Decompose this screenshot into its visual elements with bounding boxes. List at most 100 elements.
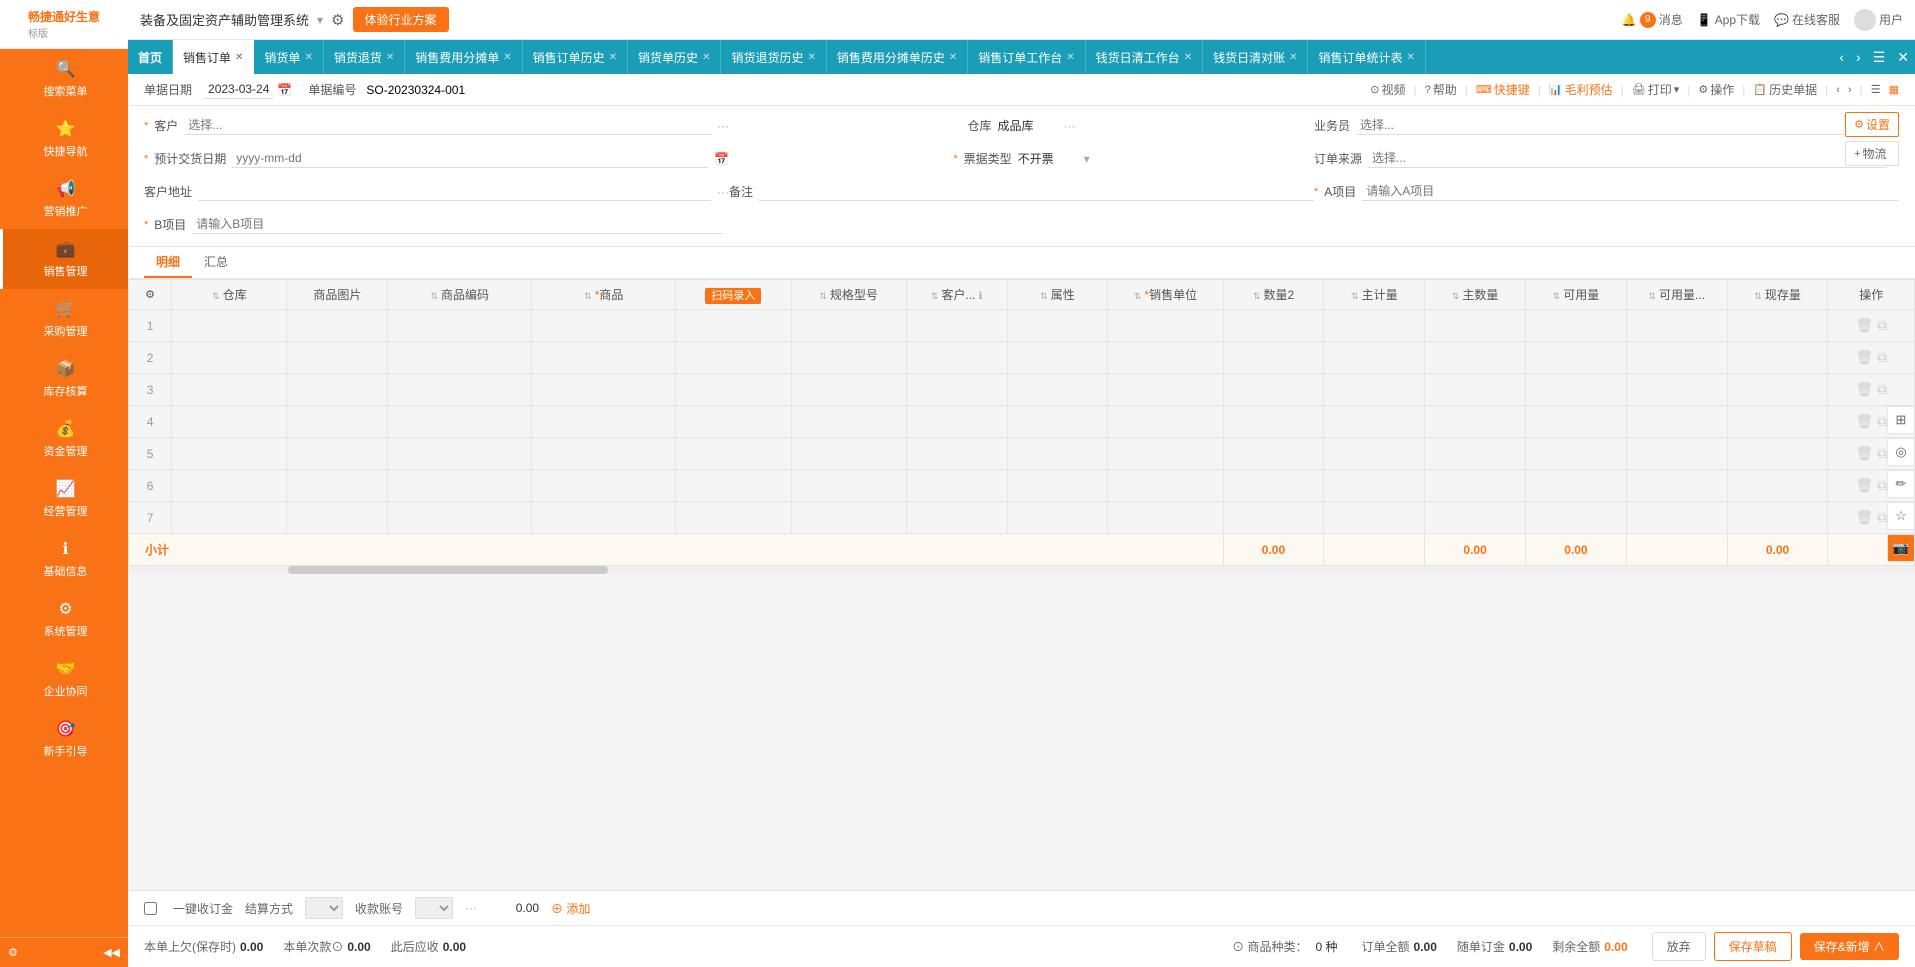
tab-close-icon[interactable]: ✕ (1289, 52, 1297, 63)
history-btn[interactable]: 📋 历史单据 (1753, 81, 1817, 98)
tab-close-icon[interactable]: ✕ (702, 52, 710, 63)
row-1-qty2[interactable] (1223, 310, 1324, 342)
float-focus-btn[interactable]: ◎ (1887, 438, 1915, 466)
delete-icon[interactable]: 🗑 (1855, 509, 1873, 526)
logistics-side-btn[interactable]: + 物流 (1845, 141, 1899, 166)
shortcut-btn[interactable]: ⌨ 快捷键 (1476, 81, 1530, 98)
industry-button[interactable]: 体验行业方案 (353, 7, 449, 32)
row-1-code[interactable] (388, 310, 532, 342)
float-star-btn[interactable]: ☆ (1887, 502, 1915, 530)
next-record-btn[interactable]: › (1848, 84, 1852, 96)
a-project-input[interactable] (1362, 182, 1899, 201)
tab-expense[interactable]: 销售费用分摊单 ✕ (405, 40, 522, 74)
card-view-btn[interactable]: ▦ (1889, 83, 1899, 96)
tab-order-workbench[interactable]: 销售订单工作台 ✕ (968, 40, 1085, 74)
tab-close-icon[interactable]: ✕ (1184, 52, 1192, 63)
sidebar-item-purchase[interactable]: 🛒 采购管理 (0, 289, 128, 349)
copy-icon[interactable]: ⧉ (1877, 477, 1887, 494)
row-1-spec[interactable] (791, 310, 906, 342)
customer-input[interactable] (184, 116, 711, 135)
tab-daily-reconcile[interactable]: 钱货日清对账 ✕ (1203, 40, 1308, 74)
calendar2-icon[interactable]: 📅 (714, 152, 729, 166)
copy-icon[interactable]: ⧉ (1877, 445, 1887, 462)
th-sales-unit[interactable]: ⇅ *销售单位 (1108, 280, 1223, 310)
th-attr[interactable]: ⇅ 属性 (1007, 280, 1108, 310)
warehouse-expand-icon[interactable]: ··· (1064, 119, 1076, 133)
account-select[interactable] (415, 897, 453, 919)
tab-return[interactable]: 销货退货 ✕ (324, 40, 405, 74)
sidebar-item-search[interactable]: 🔍 搜索菜单 (0, 49, 128, 109)
notification-btn[interactable]: 🔔 9 消息 (1622, 11, 1683, 28)
sidebar-item-finance[interactable]: 💰 资金管理 (0, 409, 128, 469)
tab-detail[interactable]: 明细 (144, 247, 192, 278)
delete-icon[interactable]: 🗑 (1855, 413, 1873, 430)
row-2-qty2[interactable] (1223, 342, 1324, 374)
row-1-attr[interactable] (1007, 310, 1108, 342)
view-btn[interactable]: ⊙ 视频 (1370, 81, 1405, 98)
order-source-input[interactable] (1368, 149, 1887, 168)
scroll-track[interactable] (128, 566, 1915, 574)
sidebar-item-sales[interactable]: 💼 销售管理 (0, 229, 128, 289)
delivery-input[interactable] (232, 149, 708, 168)
address-input[interactable] (198, 182, 711, 201)
date-value[interactable]: 2023-03-24 (204, 80, 273, 99)
tab-invoice-history[interactable]: 销货单历史 ✕ (628, 40, 721, 74)
tab-close-icon[interactable]: ✕ (807, 52, 815, 63)
sidebar-item-system[interactable]: ⚙ 系统管理 (0, 589, 128, 649)
tab-summary[interactable]: 汇总 (192, 247, 240, 278)
tab-close-icon[interactable]: ✕ (1407, 52, 1415, 63)
sidebar-item-marketing[interactable]: 📢 营销推广 (0, 169, 128, 229)
tab-order-history[interactable]: 销售订单历史 ✕ (523, 40, 628, 74)
operation-btn[interactable]: ⚙ 操作 (1698, 81, 1734, 98)
tab-daily-workbench[interactable]: 钱货日清工作台 ✕ (1086, 40, 1203, 74)
th-main-qty[interactable]: ⇅ 主数量 (1425, 280, 1526, 310)
tab-home[interactable]: 首页 (128, 40, 173, 74)
th-product[interactable]: ⇅ *商品 (532, 280, 676, 310)
row-2-attr[interactable] (1007, 342, 1108, 374)
th-customer[interactable]: ⇅ 客户... ℹ (906, 280, 1007, 310)
th-product-code[interactable]: ⇅ 商品编码 (388, 280, 532, 310)
float-edit-btn[interactable]: ✏ (1887, 470, 1915, 498)
th-scan[interactable]: 扫码录入 (676, 280, 791, 310)
row-1-unit[interactable] (1108, 310, 1223, 342)
settlement-select[interactable] (305, 897, 343, 919)
payment-expand-icon[interactable]: ··· (465, 901, 477, 915)
tab-close-icon[interactable]: ✕ (609, 52, 617, 63)
th-avail2[interactable]: ⇅ 可用量... (1626, 280, 1727, 310)
tab-close-icon[interactable]: ✕ (949, 52, 957, 63)
scan-btn[interactable]: 扫码录入 (705, 288, 761, 304)
row-1-main-qty[interactable] (1425, 310, 1526, 342)
row-1-warehouse[interactable] (172, 310, 287, 342)
tab-close-icon[interactable]: ✕ (386, 52, 394, 63)
delete-icon[interactable]: 🗑 (1855, 349, 1873, 366)
sidebar-item-nav[interactable]: ⭐ 快捷导航 (0, 109, 128, 169)
th-avail[interactable]: ⇅ 可用量 (1526, 280, 1627, 310)
add-payment-btn[interactable]: ⊕ 添加 (551, 900, 590, 917)
tab-close-all-icon[interactable]: ✕ (1891, 49, 1915, 66)
quick-checkout-checkbox[interactable] (144, 902, 157, 915)
tab-close-icon[interactable]: ✕ (503, 52, 511, 63)
save-new-button[interactable]: 保存&新增 ∧ (1800, 933, 1899, 960)
delete-icon[interactable]: 🗑 (1855, 317, 1873, 334)
row-2-unit[interactable] (1108, 342, 1223, 374)
sidebar-item-operations[interactable]: 📈 经营管理 (0, 469, 128, 529)
float-expand-btn[interactable]: ⊞ (1887, 406, 1915, 434)
tab-close-icon[interactable]: ✕ (304, 52, 312, 63)
customer-expand-icon[interactable]: ··· (717, 119, 729, 133)
row-2-main-unit[interactable] (1324, 342, 1425, 374)
tab-close-icon[interactable]: ✕ (1066, 52, 1074, 63)
copy-icon[interactable]: ⧉ (1877, 413, 1887, 430)
profit-btn[interactable]: 📊 毛利预估 (1549, 81, 1613, 98)
tab-expense-history[interactable]: 销售费用分摊单历史 ✕ (827, 40, 968, 74)
delete-icon[interactable]: 🗑 (1855, 477, 1873, 494)
help-btn[interactable]: ? 帮助 (1425, 81, 1457, 98)
sidebar-item-collab[interactable]: 🤝 企业协同 (0, 649, 128, 709)
sidebar-collapse-btn[interactable]: ◀◀ (103, 946, 120, 959)
address-expand-icon[interactable]: ··· (717, 185, 729, 199)
online-service-btn[interactable]: 💬 在线客服 (1774, 11, 1840, 28)
settings-side-btn[interactable]: ⚙ 设置 (1845, 112, 1899, 137)
sidebar-settings-btn[interactable]: ⚙ (8, 946, 18, 959)
copy-icon[interactable]: ⧉ (1877, 317, 1887, 334)
tab-arrow-left[interactable]: ‹ (1833, 49, 1850, 65)
b-project-input[interactable] (192, 215, 723, 234)
